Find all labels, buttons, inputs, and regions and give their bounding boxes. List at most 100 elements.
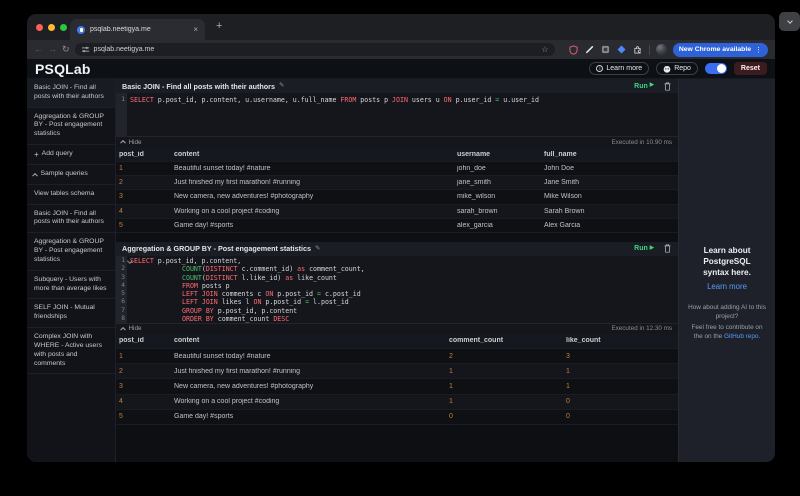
line-number: 7 <box>121 306 125 314</box>
profile-avatar[interactable] <box>655 44 667 55</box>
info-title-line2: syntax here. <box>703 268 751 278</box>
hide-results-button[interactable]: Hide <box>129 325 142 332</box>
sidebar-item-sample-query[interactable]: View tables schema <box>27 185 115 205</box>
table-cell: 2 <box>119 367 123 375</box>
minimize-window-button[interactable] <box>48 24 55 31</box>
table-cell: Beautiful sunset today! #nature <box>174 352 271 360</box>
table-cell: 5 <box>119 413 123 421</box>
tab-title: psqlab.neetigya.me <box>90 26 151 33</box>
shield-extension-icon[interactable] <box>569 44 579 55</box>
sidebar-item-sample-query[interactable]: SELF JOIN - Mutual friendships <box>27 299 115 329</box>
table-cell: 1 <box>449 382 453 390</box>
editor-code[interactable]: SELECT p.post_id, p.content, COUNT(DISTIN… <box>127 256 678 323</box>
table-cell: 0 <box>566 413 570 421</box>
new-tab-button[interactable]: + <box>216 20 222 32</box>
table-cell: jane_smith <box>457 179 491 187</box>
table-cell: 0 <box>566 398 570 406</box>
table-cell: Alex Garcia <box>544 221 581 229</box>
ai-note-text: How about adding AI to this project? <box>688 304 766 320</box>
code-token: p.post_id, p.content, u.username, u.full… <box>153 96 341 104</box>
panel1-run-button[interactable]: Run ▶ <box>634 83 654 90</box>
table-cell: 1 <box>449 367 453 375</box>
code-line[interactable]: LEFT JOIN comments c ON p.post_id = c.po… <box>130 290 678 298</box>
code-token: p.user_id <box>451 96 496 104</box>
code-token: comment_count <box>213 315 274 323</box>
hide-results-button[interactable]: Hide <box>129 139 142 146</box>
sidebar-item-open-query[interactable]: Basic JOIN - Find all posts with their a… <box>27 79 115 108</box>
code-line[interactable]: GROUP BY p.post_id, p.content <box>130 307 678 315</box>
table-cell: New camera, new adventures! #photography <box>174 193 314 201</box>
line-number: 4 <box>121 281 125 289</box>
zoom-window-button[interactable] <box>60 24 67 31</box>
panel1-delete-button[interactable] <box>663 81 672 91</box>
run-label: Run <box>634 245 648 253</box>
code-line[interactable]: SELECT p.post_id, p.content, u.username,… <box>130 94 678 106</box>
reload-icon[interactable]: ↻ <box>62 45 70 54</box>
table-row: 1 Beautiful sunset today! #nature john_doe… <box>116 162 678 177</box>
edit-pencil-icon[interactable]: ✎ <box>279 82 284 90</box>
back-icon[interactable]: ← <box>34 45 43 54</box>
overflow-menu-icon[interactable]: ⋮ <box>755 46 762 54</box>
panel1-sql-editor[interactable]: 1 SELECT p.post_id, p.content, u.usernam… <box>116 93 678 136</box>
code-line[interactable]: LEFT JOIN likes l ON p.post_id = l.post_… <box>130 298 678 306</box>
panel2-sql-editor[interactable]: 12345678 SELECT p.post_id, p.content, COU… <box>116 255 678 323</box>
sample-queries-toggle[interactable]: Sample queries <box>27 165 115 185</box>
panel2-run-button[interactable]: Run ▶ <box>634 245 654 252</box>
pen-extension-icon[interactable] <box>585 45 595 55</box>
table-cell: 1 <box>449 398 453 406</box>
column-header: comment_count <box>449 337 504 345</box>
code-token: ON <box>443 96 452 104</box>
theme-toggle[interactable] <box>704 63 727 74</box>
editor-code[interactable]: SELECT p.post_id, p.content, u.username,… <box>127 93 678 136</box>
reset-button[interactable]: Reset <box>733 62 767 75</box>
editor-gutter: 1 <box>116 93 127 136</box>
sidebar-item-sample-query[interactable]: Subquery - Users with more than average … <box>27 271 115 300</box>
sidebar-item-sample-query[interactable]: Complex JOIN with WHERE - Active users w… <box>27 328 115 375</box>
repo-button[interactable]: Repo <box>656 62 698 75</box>
query-sidebar: Basic JOIN - Find all posts with their a… <box>27 79 116 462</box>
code-line[interactable]: SELECT p.post_id, p.content, <box>130 257 678 265</box>
code-line[interactable]: COUNT(DISTINCT c.comment_id) as comment_… <box>130 265 678 273</box>
add-query-button[interactable]: + Add query <box>27 145 115 165</box>
column-header: post_id <box>119 150 144 158</box>
site-settings-icon[interactable] <box>81 45 90 54</box>
table-cell: alex_garcia <box>457 221 493 229</box>
github-repo-link[interactable]: GitHub repo. <box>724 333 760 340</box>
edit-pencil-icon[interactable]: ✎ <box>315 245 320 253</box>
sidebar-item-sample-query[interactable]: Basic JOIN - Find all posts with their a… <box>27 205 115 234</box>
browser-tab[interactable]: psqlab.neetigya.me × <box>70 19 205 40</box>
extensions-puzzle-icon[interactable] <box>633 45 643 55</box>
code-line[interactable]: COUNT(DISTINCT l.like_id) as like_count <box>130 274 678 282</box>
run-label: Run <box>634 82 648 90</box>
trash-icon <box>664 244 671 253</box>
collapse-chevron-button[interactable] <box>779 12 800 31</box>
learn-more-button[interactable]: i Learn more <box>589 62 650 75</box>
forward-icon[interactable]: → <box>48 45 57 54</box>
table-cell: 1 <box>119 352 123 360</box>
code-token: c.comment_id) <box>237 265 298 274</box>
diamond-extension-icon[interactable] <box>617 45 627 55</box>
code-line[interactable]: FROM posts p <box>130 282 678 290</box>
square-extension-icon[interactable] <box>601 45 611 55</box>
table-cell: 1 <box>566 382 570 390</box>
address-bar[interactable]: psqlab.neetigya.me ☆ <box>74 43 555 56</box>
table-cell: 3 <box>119 382 123 390</box>
bookmark-star-icon[interactable]: ☆ <box>541 45 548 54</box>
site-favicon-icon <box>77 25 85 34</box>
table-cell: New camera, new adventures! #photography <box>174 382 314 390</box>
table-cell: Beautiful sunset today! #nature <box>174 165 271 173</box>
sidebar-item-sample-query[interactable]: Aggregation & GROUP BY - Post engagement… <box>27 233 115 271</box>
panel2-delete-button[interactable] <box>663 244 672 254</box>
line-number: 1 <box>121 256 125 264</box>
code-line[interactable]: ORDER BY comment_count DESC <box>130 315 678 323</box>
sidebar-item-open-query[interactable]: Aggregation & GROUP BY - Post engagement… <box>27 108 115 146</box>
github-icon <box>663 65 671 73</box>
table-cell: Working on a cool project #coding <box>174 398 280 406</box>
learn-more-link[interactable]: Learn more <box>687 282 767 291</box>
chrome-update-button[interactable]: New Chrome available ⋮ <box>672 42 768 57</box>
line-number: 5 <box>121 290 125 298</box>
table-row: 2 Just finished my first marathon! #runni… <box>116 364 678 380</box>
traffic-lights <box>36 24 67 31</box>
tab-close-icon[interactable]: × <box>193 25 198 34</box>
close-window-button[interactable] <box>36 24 43 31</box>
